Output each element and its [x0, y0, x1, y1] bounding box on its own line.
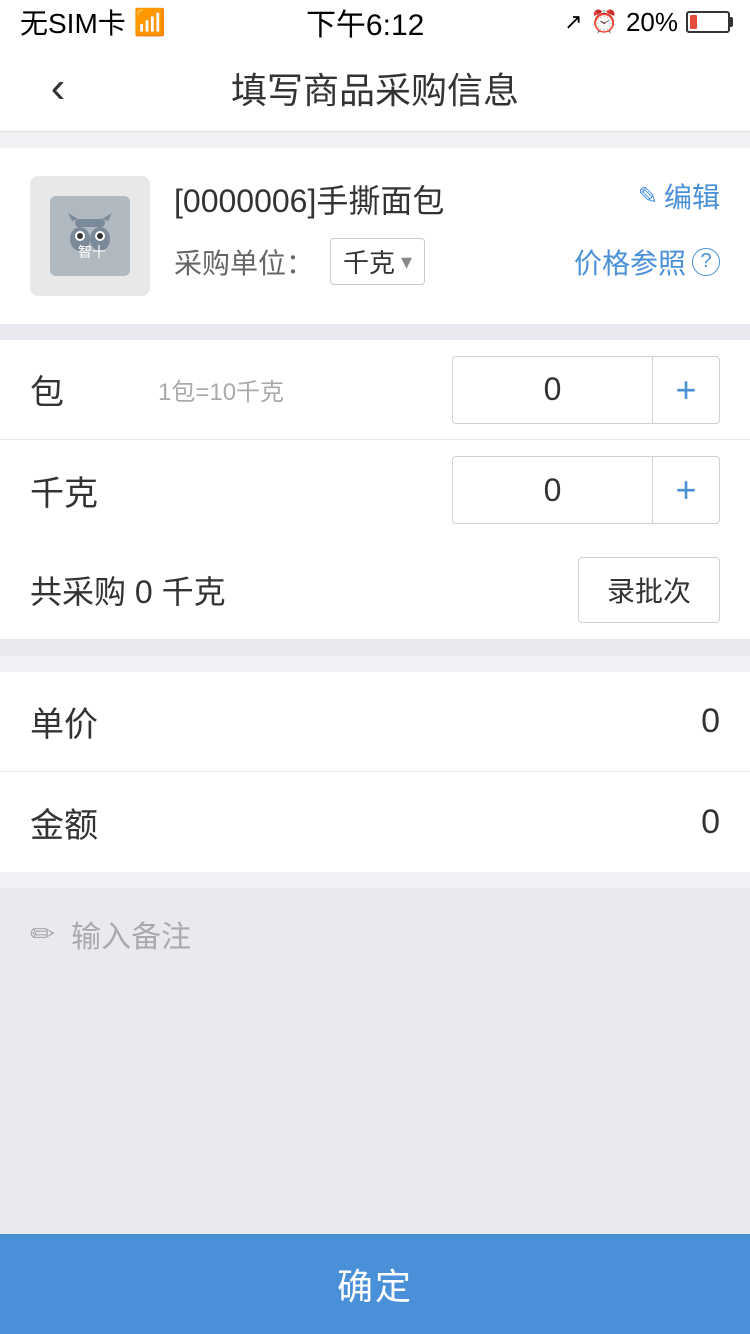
wifi-icon: 📶 — [134, 7, 166, 38]
alarm-icon: ⏰ — [591, 9, 618, 35]
price-ref-button[interactable]: 价格参照 ? — [574, 242, 720, 282]
bag-label: 包 — [30, 365, 150, 414]
quantity-section: 包 1包=10千克 + 千克 + — [0, 340, 750, 540]
nav-bar: ‹ 填写商品采购信息 — [0, 44, 750, 132]
bag-quantity-input[interactable] — [452, 356, 652, 424]
status-right: ↗ ⏰ 20% — [564, 7, 730, 38]
unit-dropdown-arrow: ▾ — [401, 249, 412, 275]
price-section: 单价 0 金额 0 — [0, 672, 750, 872]
product-unit-row: 采购单位： 千克 ▾ 价格参照 ? — [174, 238, 720, 285]
product-card: 智十 [0000006]手撕面包 采购单位： 千克 ▾ 价格参照 ? ✎ 编辑 — [0, 148, 750, 324]
summary-row: 共采购 0 千克 录批次 — [0, 540, 750, 640]
status-time: 下午6:12 — [306, 0, 424, 44]
unit-price-value: 0 — [701, 702, 720, 741]
back-button[interactable]: ‹ — [28, 58, 88, 118]
unit-label: 采购单位： — [174, 242, 314, 282]
bag-input-row: 包 1包=10千克 + — [0, 340, 750, 440]
price-ref-label: 价格参照 — [574, 242, 686, 282]
bag-sublabel: 1包=10千克 — [158, 372, 284, 407]
section-divider-2 — [0, 640, 750, 656]
edit-icon: ✎ — [638, 182, 658, 211]
confirm-button[interactable]: 确定 — [0, 1234, 750, 1334]
kg-input-row: 千克 + — [0, 440, 750, 540]
batch-button[interactable]: 录批次 — [578, 557, 720, 623]
product-thumbnail: 智十 — [30, 176, 150, 296]
battery-percentage: 20% — [626, 7, 678, 38]
kg-controls: + — [452, 456, 720, 524]
unit-price-row: 单价 0 — [0, 672, 750, 772]
svg-text:智十: 智十 — [78, 244, 106, 260]
section-divider-1 — [0, 324, 750, 340]
edit-button[interactable]: ✎ 编辑 — [638, 176, 720, 216]
amount-label: 金额 — [30, 798, 98, 847]
battery-icon — [686, 11, 730, 33]
unit-value: 千克 — [343, 243, 395, 280]
location-icon: ↗ — [564, 9, 582, 35]
page-title: 填写商品采购信息 — [231, 62, 519, 114]
unit-select[interactable]: 千克 ▾ — [330, 238, 425, 285]
bag-plus-button[interactable]: + — [652, 356, 720, 424]
product-logo: 智十 — [50, 196, 130, 276]
unit-price-label: 单价 — [30, 697, 98, 746]
edit-label: 编辑 — [664, 176, 720, 216]
status-bar: 无SIM卡 📶 下午6:12 ↗ ⏰ 20% — [0, 0, 750, 44]
pencil-icon: ✏ — [30, 917, 55, 952]
kg-label: 千克 — [30, 466, 150, 515]
kg-plus-button[interactable]: + — [652, 456, 720, 524]
status-left: 无SIM卡 📶 — [20, 2, 166, 42]
help-icon: ? — [692, 248, 720, 276]
carrier-text: 无SIM卡 — [20, 2, 126, 42]
amount-value: 0 — [701, 803, 720, 842]
confirm-label: 确定 — [337, 1258, 413, 1310]
back-icon: ‹ — [51, 63, 66, 113]
kg-quantity-input[interactable] — [452, 456, 652, 524]
notes-section[interactable]: ✏ 输入备注 — [0, 888, 750, 980]
notes-placeholder: 输入备注 — [71, 912, 191, 956]
summary-text: 共采购 0 千克 — [30, 567, 226, 613]
bag-controls: + — [452, 356, 720, 424]
amount-row: 金额 0 — [0, 772, 750, 872]
